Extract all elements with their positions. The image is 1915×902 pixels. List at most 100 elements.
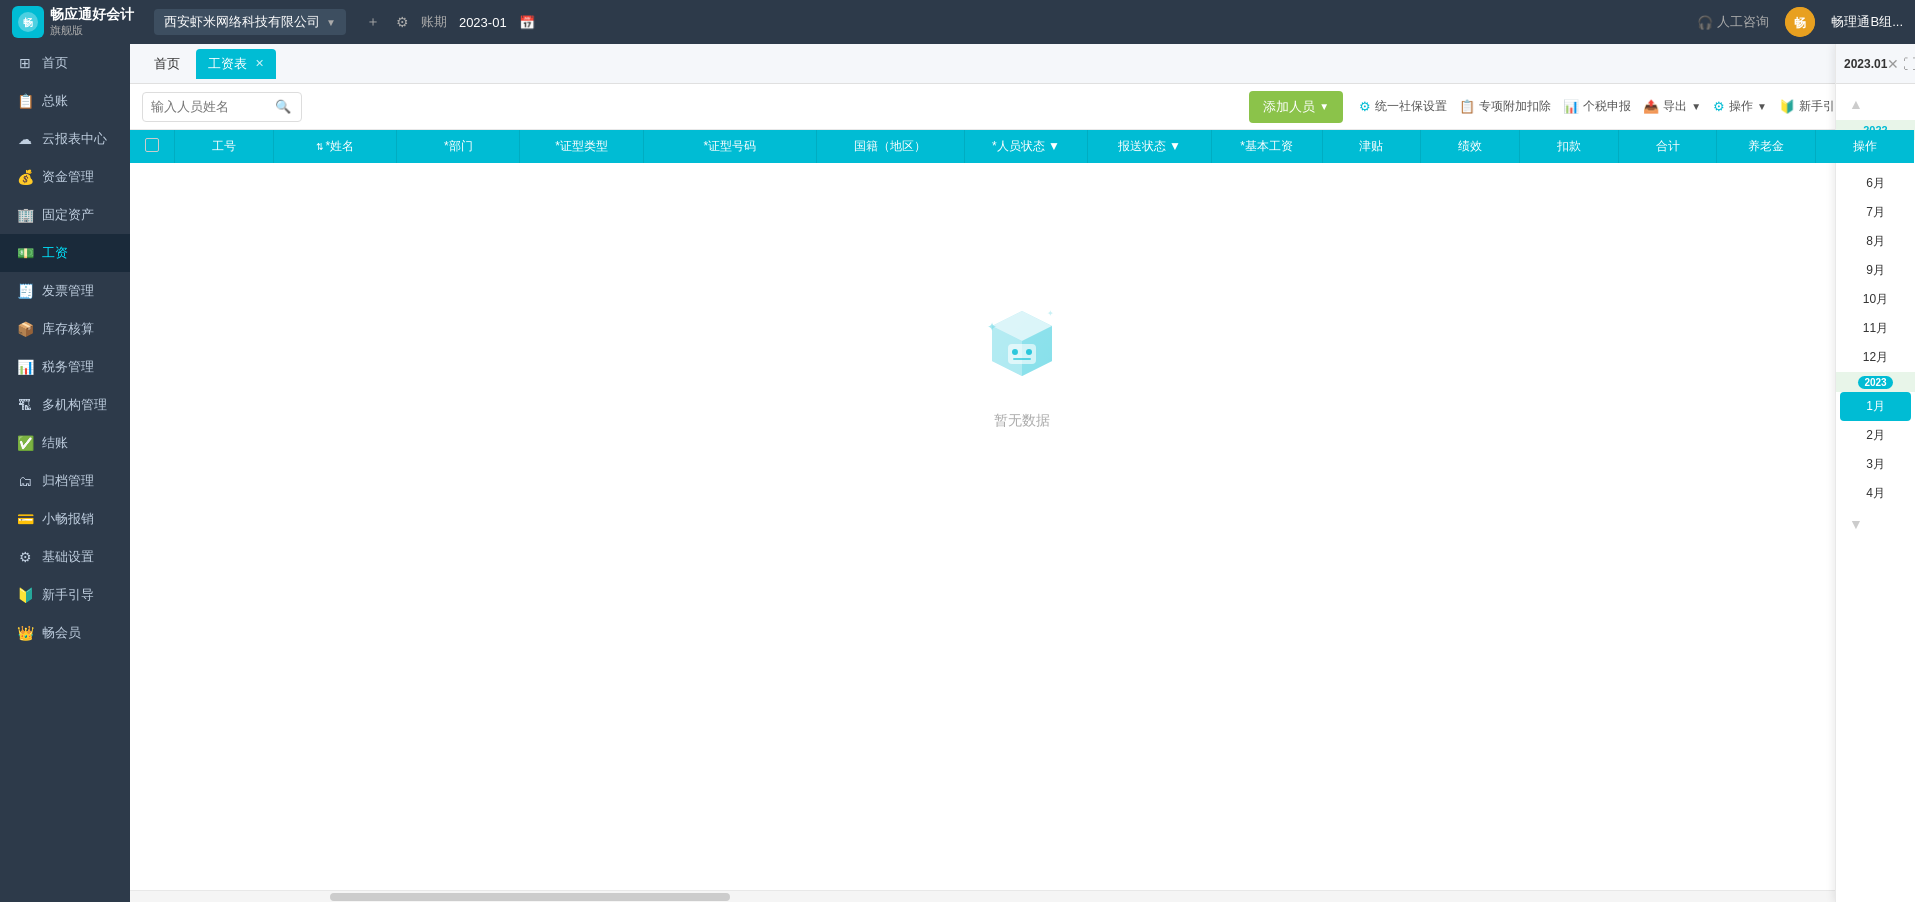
sidebar-item-archive[interactable]: 🗂归档管理 [0, 462, 130, 500]
sidebar-label-guide: 新手引导 [42, 586, 94, 604]
toolbar-action-special-deduct[interactable]: 📋专项附加扣除 [1459, 98, 1551, 115]
th-person-status: *人员状态 ▼ [964, 130, 1087, 163]
company-name: 西安虾米网络科技有限公司 [164, 13, 320, 31]
date-panel-expand-icon[interactable]: ⛶ [1903, 56, 1915, 72]
calendar-icon[interactable]: 📅 [519, 15, 535, 30]
logo-icon: 畅 [12, 6, 44, 38]
report-status-filter-icon[interactable]: ▼ [1169, 139, 1181, 153]
sidebar-icon-member: 👑 [16, 625, 34, 641]
sidebar-label-multi-org: 多机构管理 [42, 396, 107, 414]
sidebar-item-fixed-assets[interactable]: 🏢固定资产 [0, 196, 130, 234]
th-total: 合计 [1618, 130, 1717, 163]
month-2023-01[interactable]: 1月 [1840, 392, 1911, 421]
sidebar-item-home[interactable]: ⊞首页 [0, 44, 130, 82]
sidebar-label-invoice: 发票管理 [42, 282, 94, 300]
toolbar-action-export[interactable]: 📤导出▼ [1643, 98, 1701, 115]
sidebar-item-fund[interactable]: 💰资金管理 [0, 158, 130, 196]
app-container: 畅 畅应通好会计 旗舰版 西安虾米网络科技有限公司 ▼ ＋ ⚙ 账期 2023-… [0, 0, 1915, 902]
sidebar-item-ledger[interactable]: 📋总账 [0, 82, 130, 120]
month-2023-04[interactable]: 4月 [1836, 479, 1915, 508]
toolbar-action-operations[interactable]: ⚙操作▼ [1713, 98, 1767, 115]
date-prev-icon[interactable]: ▲ [1844, 92, 1868, 116]
date-panel-close-icon[interactable]: ✕ [1887, 56, 1899, 72]
sidebar-item-invoice[interactable]: 🧾发票管理 [0, 272, 130, 310]
sidebar-item-multi-org[interactable]: 🏗 多机构管理 [0, 386, 130, 424]
logo: 畅 畅应通好会计 旗舰版 [12, 6, 134, 38]
month-2022-07[interactable]: 7月 [1836, 198, 1915, 227]
month-2023-03[interactable]: 3月 [1836, 450, 1915, 479]
month-2022-11[interactable]: 11月 [1836, 314, 1915, 343]
svg-point-10 [1026, 349, 1032, 355]
settings-button[interactable]: ⚙ [392, 10, 413, 34]
table-scrollbar[interactable] [130, 890, 1915, 902]
sidebar-icon-salary: 💵 [16, 245, 34, 261]
header-actions: ＋ ⚙ 账期 2023-01 📅 [362, 9, 535, 35]
month-2022-12[interactable]: 12月 [1836, 343, 1915, 372]
toolbar-action-tax-report[interactable]: 📊 个税申报 [1563, 98, 1631, 115]
sidebar-icon-cloud-report: ☁ [16, 131, 34, 147]
search-box[interactable]: 🔍 [142, 92, 302, 122]
sidebar-item-settings[interactable]: ⚙基础设置 [0, 538, 130, 576]
date-panel-header: 2023.01 ✕ ⛶ [1836, 44, 1915, 84]
content: 首页工资表✕ 🔍 添加人员 ▼ ⚙ 统一社保设置 📋专项附加扣除 📊 个税申报 📤导出▼ ⚙… [130, 44, 1915, 902]
sidebar-icon-home: ⊞ [16, 55, 34, 71]
sidebar-icon-inventory: 📦 [16, 321, 34, 337]
sidebar-item-cloud-report[interactable]: ☁云报表中心 [0, 120, 130, 158]
sidebar-label-inventory: 库存核算 [42, 320, 94, 338]
toolbar-action-social-security[interactable]: ⚙ 统一社保设置 [1359, 98, 1447, 115]
sidebar-item-tax[interactable]: 📊 税务管理 [0, 348, 130, 386]
sidebar-item-salary[interactable]: 💵工资 [0, 234, 130, 272]
toolbar: 🔍 添加人员 ▼ ⚙统一社保设置📋专项附加扣除📊个税申报📤导出▼⚙操作▼🔰新手引… [130, 84, 1915, 130]
th-dept: *部门 [397, 130, 520, 163]
th-report-status: 报送状态 ▼ [1088, 130, 1211, 163]
month-2022-09[interactable]: 9月 [1836, 256, 1915, 285]
month-2022-06[interactable]: 6月 [1836, 169, 1915, 198]
select-all-checkbox[interactable] [145, 138, 159, 152]
sidebar-item-member[interactable]: 👑畅会员 [0, 614, 130, 652]
user-avatar[interactable]: 畅 [1785, 7, 1815, 37]
scroll-thumb[interactable] [330, 893, 730, 901]
date-panel-title: 2023.01 [1844, 57, 1887, 71]
th-deduction: 扣款 [1520, 130, 1619, 163]
toolbar-action-label-special-deduct: 专项附加扣除 [1479, 98, 1551, 115]
date-nav-top: ▲ [1836, 88, 1915, 120]
tab-close-salary-tab[interactable]: ✕ [255, 57, 264, 70]
sidebar-icon-guide: 🔰 [16, 587, 34, 603]
sidebar-label-ledger: 总账 [42, 92, 68, 110]
month-2022-08[interactable]: 8月 [1836, 227, 1915, 256]
toolbar-action-label-social-security: 统一社保设置 [1375, 98, 1447, 115]
toolbar-action-icon-social-security: ⚙ [1359, 99, 1371, 114]
company-selector[interactable]: 西安虾米网络科技有限公司 ▼ [154, 9, 346, 35]
th-base-wage: *基本工资 [1211, 130, 1322, 163]
svg-point-9 [1012, 349, 1018, 355]
main-area: ⊞首页📋总账☁云报表中心💰资金管理🏢固定资产💵工资🧾发票管理📦库存核算📊税务管理… [0, 44, 1915, 902]
th-checkbox [130, 130, 174, 163]
sidebar-icon-multi-org: 🏗 [16, 397, 34, 413]
sidebar-label-settle: 结账 [42, 434, 68, 452]
toolbar-action-arrow-export: ▼ [1691, 101, 1701, 112]
svg-text:畅: 畅 [1794, 16, 1806, 30]
sidebar-item-guide[interactable]: 🔰 新手引导 [0, 576, 130, 614]
search-input[interactable] [151, 99, 271, 114]
sidebar-label-tax: 税务管理 [42, 358, 94, 376]
date-next-icon[interactable]: ▼ [1844, 512, 1868, 536]
tab-home-tab[interactable]: 首页 [142, 49, 192, 79]
ai-service-button[interactable]: 🎧 人工咨询 [1697, 13, 1769, 31]
sidebar-item-expense[interactable]: 💳小畅报销 [0, 500, 130, 538]
th-idtype: *证型类型 [520, 130, 643, 163]
toolbar-action-icon-tax-report: 📊 [1563, 99, 1579, 114]
person-status-filter-icon[interactable]: ▼ [1048, 139, 1060, 153]
add-company-button[interactable]: ＋ [362, 9, 384, 35]
toolbar-action-label-tax-report: 个税申报 [1583, 98, 1631, 115]
tab-salary-tab[interactable]: 工资表✕ [196, 49, 276, 79]
sidebar-item-inventory[interactable]: 📦 库存核算 [0, 310, 130, 348]
user-name[interactable]: 畅理通B组... [1831, 13, 1903, 31]
period-value: 2023-01 [459, 15, 507, 30]
add-person-button[interactable]: 添加人员 ▼ [1249, 91, 1343, 123]
sidebar-icon-tax: 📊 [16, 359, 34, 375]
sort-icon: ⇅ [316, 142, 324, 152]
sidebar-icon-expense: 💳 [16, 511, 34, 527]
sidebar-item-settle[interactable]: ✅结账 [0, 424, 130, 462]
month-2022-10[interactable]: 10月 [1836, 285, 1915, 314]
month-2023-02[interactable]: 2月 [1836, 421, 1915, 450]
